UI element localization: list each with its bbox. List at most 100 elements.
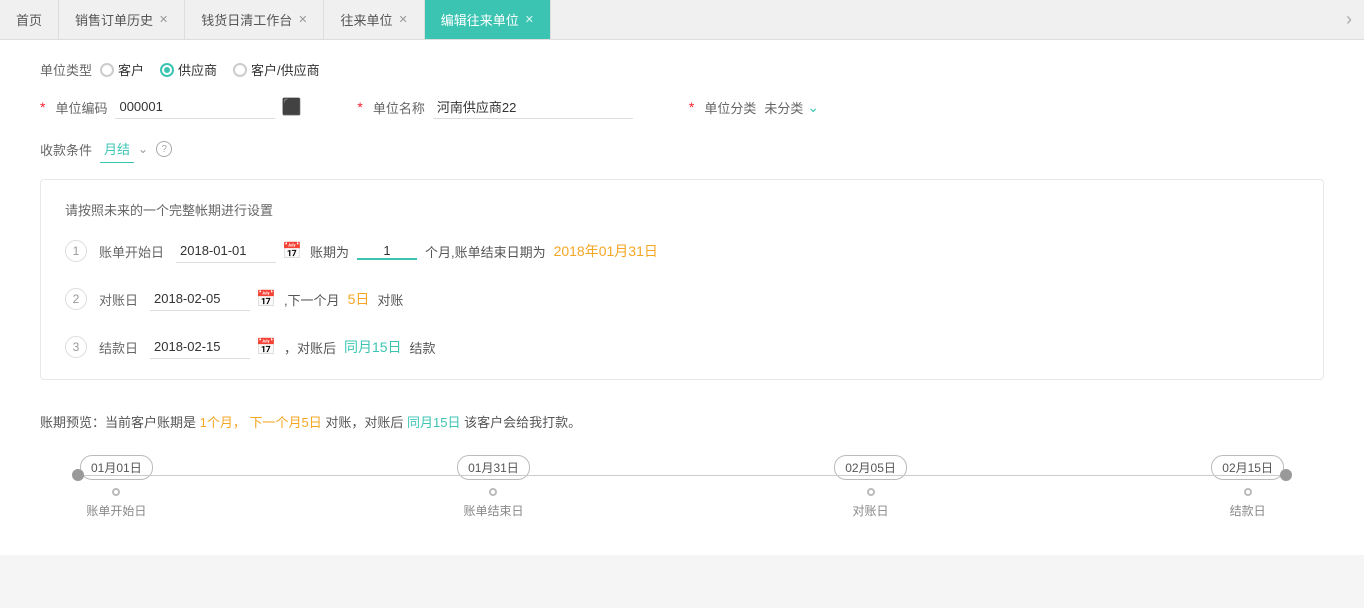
step-3-date-group: 📅 [150, 335, 276, 359]
timeline-dot-4 [1244, 488, 1252, 496]
tab-sales-order-close[interactable]: ✕ [159, 13, 168, 26]
unit-type-row: 单位类型 客户 供应商 客户/供应商 [40, 60, 1324, 79]
step-3-prefix: ，对账后 [284, 338, 336, 357]
settings-card: 请按照未来的一个完整帐期进行设置 1 账单开始日 📅 账期为 个月,账单结束日期… [40, 179, 1324, 380]
step-1-date-group: 📅 [176, 239, 302, 263]
tab-home[interactable]: 首页 [0, 0, 59, 39]
preview-section: 账期预览：当前客户账期是 1个月， 下一个月5日 对账，对账后 同月15日 该客… [40, 396, 1324, 535]
unit-type-label: 单位类型 [40, 60, 92, 79]
step-2-date-input[interactable] [150, 287, 250, 311]
radio-customer[interactable]: 客户 [100, 60, 144, 79]
tab-cash-work[interactable]: 钱货日清工作台 ✕ [185, 0, 324, 39]
step-2-date-group: 📅 [150, 287, 276, 311]
step-2-highlight: 5日 [348, 289, 370, 309]
timeline-points: 01月01日 账单开始日 01月31日 账单结束日 02月05日 对账日 [80, 455, 1284, 519]
preview-label: 账期预览：当前客户账期是 [40, 415, 196, 430]
timeline-dot-1 [112, 488, 120, 496]
radio-supplier[interactable]: 供应商 [160, 60, 217, 79]
timeline-line [80, 475, 1284, 476]
step-3-date-input[interactable] [150, 335, 250, 359]
tab-home-label: 首页 [16, 10, 42, 29]
timeline-container: 01月01日 账单开始日 01月31日 账单结束日 02月05日 对账日 [40, 455, 1324, 519]
preview-part2: 下一个月5日 [250, 415, 322, 430]
timeline-label-3: 对账日 [853, 502, 889, 519]
step-2-num: 2 [65, 288, 87, 310]
payment-terms-label: 收款条件 [40, 140, 92, 159]
tab-bar: 首页 销售订单历史 ✕ 钱货日清工作台 ✕ 往来单位 ✕ 编辑往来单位 ✕ › [0, 0, 1364, 40]
unit-code-required: * [40, 99, 45, 115]
main-content: 单位类型 客户 供应商 客户/供应商 * 单位编码 ⬛ * 单位名称 [0, 40, 1364, 555]
timeline-badge-3: 02月05日 [834, 455, 907, 480]
payment-terms-value[interactable]: 月结 [100, 135, 134, 163]
card-description: 请按照未来的一个完整帐期进行设置 [65, 200, 1299, 219]
unit-code-copy-icon[interactable]: ⬛ [281, 97, 301, 117]
step-1-date-input[interactable] [176, 239, 276, 263]
timeline-point-4: 02月15日 结款日 [1211, 455, 1284, 519]
radio-supplier-label: 供应商 [178, 60, 217, 79]
step-1-suffix-after: 个月,账单结束日期为 [425, 242, 546, 261]
help-icon[interactable]: ? [156, 141, 172, 157]
step-1-content: 📅 账期为 个月,账单结束日期为 2018年01月31日 [176, 239, 658, 263]
timeline-badge-1: 01月01日 [80, 455, 153, 480]
timeline-dot-2 [489, 488, 497, 496]
step-1-label: 账单开始日 [99, 242, 164, 261]
step-3-highlight: 同月15日 [344, 337, 402, 357]
timeline-label-4: 结款日 [1230, 502, 1266, 519]
step-3-calendar-icon[interactable]: 📅 [256, 337, 276, 357]
tab-cash-work-close[interactable]: ✕ [298, 13, 307, 26]
unit-name-required: * [357, 99, 362, 115]
preview-middle: 对账，对账后 [325, 415, 403, 430]
step-1-num: 1 [65, 240, 87, 262]
timeline-point-2: 01月31日 账单结束日 [457, 455, 530, 519]
radio-group: 客户 供应商 客户/供应商 [100, 60, 320, 79]
tab-partner-label: 往来单位 [340, 10, 392, 29]
radio-supplier-circle [160, 63, 174, 77]
timeline-end-dot [1280, 469, 1292, 481]
unit-name-input[interactable] [433, 95, 633, 119]
timeline-point-3: 02月05日 对账日 [834, 455, 907, 519]
timeline-point-1: 01月01日 账单开始日 [80, 455, 153, 519]
tab-partner[interactable]: 往来单位 ✕ [324, 0, 424, 39]
payment-terms-arrow[interactable]: ⌄ [138, 142, 148, 156]
payment-terms-row: 收款条件 月结 ⌄ ? [40, 135, 1324, 163]
step-2-row: 2 对账日 📅 ,下一个月 5日 对账 [65, 287, 1299, 311]
timeline-badge-4: 02月15日 [1211, 455, 1284, 480]
step-3-label: 结款日 [99, 338, 138, 357]
unit-code-input[interactable] [115, 95, 275, 119]
step-2-prefix: ,下一个月 [284, 290, 340, 309]
step-1-end-date: 2018年01月31日 [554, 241, 658, 261]
step-1-suffix-before: 账期为 [310, 242, 349, 261]
step-2-content: 📅 ,下一个月 5日 对账 [150, 287, 403, 311]
tab-partner-close[interactable]: ✕ [399, 13, 408, 26]
unit-category-dropdown[interactable]: 未分类 ⌄ [764, 98, 819, 117]
step-1-row: 1 账单开始日 📅 账期为 个月,账单结束日期为 2018年01月31日 [65, 239, 1299, 263]
step-2-calendar-icon[interactable]: 📅 [256, 289, 276, 309]
step-1-calendar-icon[interactable]: 📅 [282, 241, 302, 261]
step-1-period-input[interactable] [357, 243, 417, 260]
step-3-content: 📅 ，对账后 同月15日 结款 [150, 335, 436, 359]
payment-terms-dropdown[interactable]: 月结 ⌄ [100, 135, 148, 163]
unit-category-arrow[interactable]: ⌄ [807, 99, 819, 116]
preview-part1: 1个月， [200, 415, 246, 430]
unit-category-required: * [689, 99, 694, 115]
timeline-start-dot [72, 469, 84, 481]
unit-name-label: 单位名称 [373, 98, 425, 117]
tab-expand-button[interactable]: › [1334, 0, 1364, 39]
unit-info-row: * 单位编码 ⬛ * 单位名称 * 单位分类 未分类 ⌄ [40, 95, 1324, 119]
tab-sales-order[interactable]: 销售订单历史 ✕ [59, 0, 185, 39]
preview-part3: 同月15日 [407, 415, 460, 430]
radio-both[interactable]: 客户/供应商 [233, 60, 320, 79]
radio-customer-label: 客户 [118, 60, 144, 79]
tab-edit-partner[interactable]: 编辑往来单位 ✕ [425, 0, 551, 39]
unit-category-label: 单位分类 [704, 98, 756, 117]
timeline-badge-2: 01月31日 [457, 455, 530, 480]
tab-cash-work-label: 钱货日清工作台 [201, 10, 292, 29]
tab-edit-partner-close[interactable]: ✕ [525, 13, 534, 26]
preview-end: 该客户会给我打款。 [464, 415, 581, 430]
unit-code-label: 单位编码 [55, 98, 107, 117]
unit-category-value: 未分类 [764, 98, 803, 117]
unit-code-field-group: ⬛ [115, 95, 301, 119]
timeline-label-2: 账单结束日 [463, 502, 523, 519]
radio-customer-circle [100, 63, 114, 77]
timeline-label-1: 账单开始日 [86, 502, 146, 519]
